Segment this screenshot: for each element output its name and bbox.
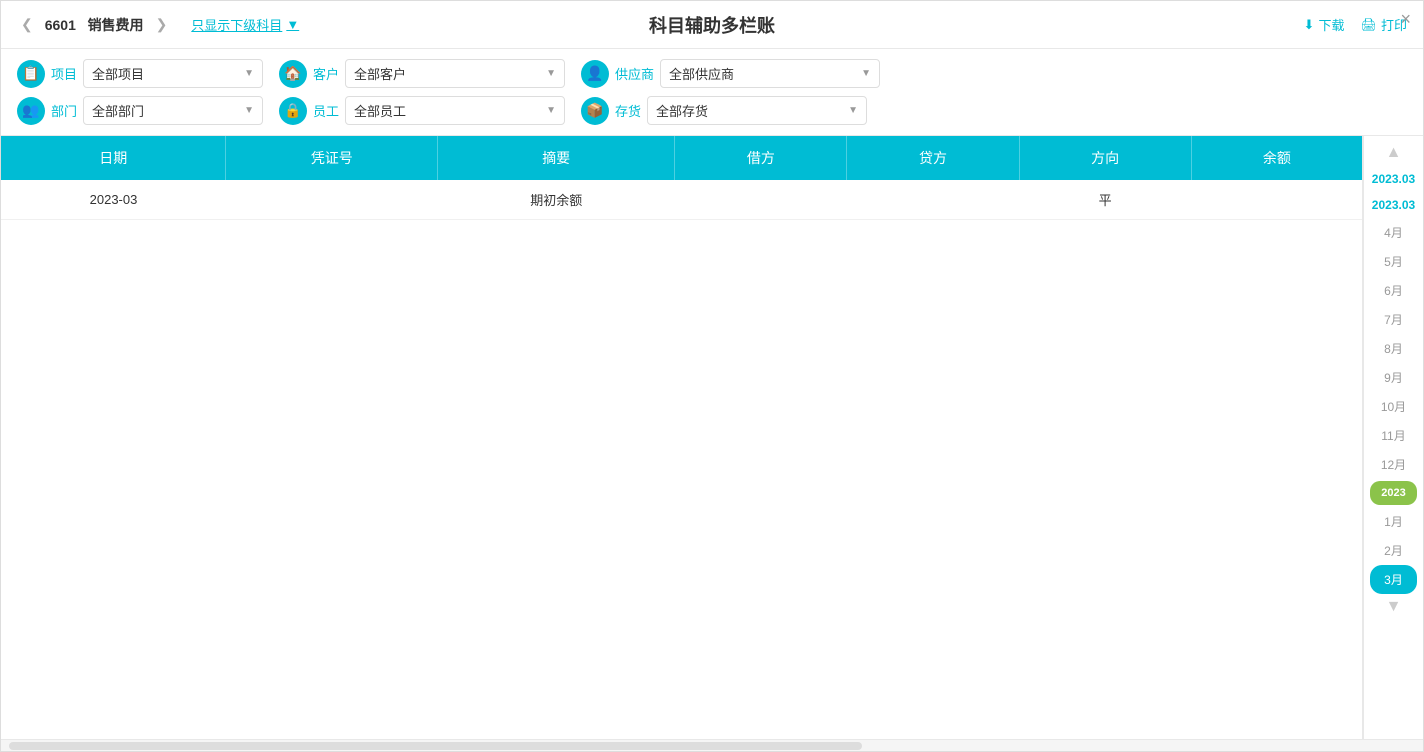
department-icon: 👥 bbox=[17, 97, 45, 125]
timeline-item-4[interactable]: 4月 bbox=[1364, 218, 1423, 247]
close-button[interactable]: × bbox=[1400, 9, 1411, 30]
bottom-scrollbar-bar[interactable] bbox=[1, 739, 1423, 751]
department-filter-item: 👥 部门 全部部门 ▼ bbox=[17, 96, 263, 125]
cell-voucher bbox=[226, 180, 438, 220]
bottom-scrollbar-thumb bbox=[9, 742, 862, 750]
supplier-select[interactable]: 全部供应商 ▼ bbox=[660, 59, 880, 88]
filter-row-2: 👥 部门 全部部门 ▼ 🔒 员工 全部员工 ▼ 📦 存货 bbox=[17, 96, 1407, 125]
title-bar: ❮ 6601 销售费用 ❯ 只显示下级科目 ▼ 科目辅助多栏账 ⬇ 下载 🖨 打… bbox=[1, 1, 1423, 49]
timeline-item-2[interactable]: 2月 bbox=[1364, 536, 1423, 565]
title-right: ⬇ 下载 🖨 打印 × bbox=[1304, 15, 1407, 34]
col-date: 日期 bbox=[1, 136, 226, 180]
col-balance: 余额 bbox=[1191, 136, 1362, 180]
ledger-table: 日期 凭证号 摘要 借方 贷方 方向 余额 2023-03 期初余额 平 bbox=[1, 136, 1362, 220]
timeline-item-8[interactable]: 8月 bbox=[1364, 334, 1423, 363]
show-sub-button[interactable]: 只显示下级科目 ▼ bbox=[191, 15, 299, 34]
cell-credit bbox=[847, 180, 1019, 220]
timeline-item-11[interactable]: 11月 bbox=[1364, 421, 1423, 450]
table-container[interactable]: 日期 凭证号 摘要 借方 贷方 方向 余额 2023-03 期初余额 平 bbox=[1, 136, 1363, 739]
project-select-value: 全部项目 bbox=[92, 64, 144, 83]
timeline-sidebar[interactable]: ▲ 2023.03 2023.03 4月 5月 6月 7月 8月 9月 10月 … bbox=[1363, 136, 1423, 739]
timeline-item-2023-03-2[interactable]: 2023.03 bbox=[1364, 192, 1423, 218]
timeline-item-1[interactable]: 1月 bbox=[1364, 507, 1423, 536]
main-window: ❮ 6601 销售费用 ❯ 只显示下级科目 ▼ 科目辅助多栏账 ⬇ 下载 🖨 打… bbox=[0, 0, 1424, 752]
customer-label: 客户 bbox=[313, 64, 339, 83]
inventory-select[interactable]: 全部存货 ▼ bbox=[647, 96, 867, 125]
employee-select[interactable]: 全部员工 ▼ bbox=[345, 96, 565, 125]
timeline-down-arrow[interactable]: ▼ bbox=[1364, 594, 1423, 620]
employee-select-arrow-icon: ▼ bbox=[546, 105, 556, 116]
cell-balance bbox=[1191, 180, 1362, 220]
customer-icon: 🏠 bbox=[279, 60, 307, 88]
show-sub-label: 只显示下级科目 bbox=[191, 15, 282, 34]
supplier-icon: 👤 bbox=[581, 60, 609, 88]
customer-select[interactable]: 全部客户 ▼ bbox=[345, 59, 565, 88]
employee-filter-item: 🔒 员工 全部员工 ▼ bbox=[279, 96, 565, 125]
timeline-item-7[interactable]: 7月 bbox=[1364, 305, 1423, 334]
download-button[interactable]: ⬇ 下载 bbox=[1304, 15, 1345, 34]
project-select-arrow-icon: ▼ bbox=[244, 68, 254, 79]
timeline-item-2023-03-1[interactable]: 2023.03 bbox=[1364, 166, 1423, 192]
department-label: 部门 bbox=[51, 101, 77, 120]
title-left: ❮ 6601 销售费用 ❯ 只显示下级科目 ▼ bbox=[17, 14, 299, 35]
page-title: 科目辅助多栏账 bbox=[649, 12, 775, 38]
inventory-filter-item: 📦 存货 全部存货 ▼ bbox=[581, 96, 867, 125]
prev-arrow[interactable]: ❮ bbox=[17, 14, 37, 35]
employee-icon: 🔒 bbox=[279, 97, 307, 125]
timeline-item-9[interactable]: 9月 bbox=[1364, 363, 1423, 392]
supplier-select-value: 全部供应商 bbox=[669, 64, 734, 83]
cell-debit bbox=[675, 180, 847, 220]
project-icon: 📋 bbox=[17, 60, 45, 88]
account-code: 6601 销售费用 bbox=[45, 15, 144, 35]
col-debit: 借方 bbox=[675, 136, 847, 180]
show-sub-arrow-icon: ▼ bbox=[286, 17, 299, 32]
cell-direction: 平 bbox=[1019, 180, 1191, 220]
timeline-year-2023[interactable]: 2023 bbox=[1370, 481, 1417, 505]
customer-select-arrow-icon: ▼ bbox=[546, 68, 556, 79]
timeline-item-6[interactable]: 6月 bbox=[1364, 276, 1423, 305]
inventory-icon: 📦 bbox=[581, 97, 609, 125]
inventory-select-value: 全部存货 bbox=[656, 101, 708, 120]
employee-select-value: 全部员工 bbox=[354, 101, 406, 120]
filter-area: 📋 项目 全部项目 ▼ 🏠 客户 全部客户 ▼ 👤 供应商 bbox=[1, 49, 1423, 136]
next-arrow[interactable]: ❯ bbox=[152, 14, 172, 35]
main-area: 日期 凭证号 摘要 借方 贷方 方向 余额 2023-03 期初余额 平 ▲ 202… bbox=[1, 136, 1423, 739]
inventory-select-arrow-icon: ▼ bbox=[848, 105, 858, 116]
col-credit: 贷方 bbox=[847, 136, 1019, 180]
project-select[interactable]: 全部项目 ▼ bbox=[83, 59, 263, 88]
department-select[interactable]: 全部部门 ▼ bbox=[83, 96, 263, 125]
project-filter-item: 📋 项目 全部项目 ▼ bbox=[17, 59, 263, 88]
cell-summary: 期初余额 bbox=[438, 180, 675, 220]
employee-label: 员工 bbox=[313, 101, 339, 120]
supplier-filter-item: 👤 供应商 全部供应商 ▼ bbox=[581, 59, 880, 88]
timeline-item-12[interactable]: 12月 bbox=[1364, 450, 1423, 479]
department-select-arrow-icon: ▼ bbox=[244, 105, 254, 116]
account-name: 销售费用 bbox=[88, 17, 144, 33]
timeline-item-3-active[interactable]: 3月 bbox=[1370, 565, 1417, 594]
print-icon: 🖨 bbox=[1360, 17, 1377, 33]
timeline-item-5[interactable]: 5月 bbox=[1364, 247, 1423, 276]
customer-filter-item: 🏠 客户 全部客户 ▼ bbox=[279, 59, 565, 88]
table-row: 2023-03 期初余额 平 bbox=[1, 180, 1362, 220]
supplier-select-arrow-icon: ▼ bbox=[861, 68, 871, 79]
filter-row-1: 📋 项目 全部项目 ▼ 🏠 客户 全部客户 ▼ 👤 供应商 bbox=[17, 59, 1407, 88]
project-label: 项目 bbox=[51, 64, 77, 83]
timeline-item-10[interactable]: 10月 bbox=[1364, 392, 1423, 421]
timeline-up-arrow[interactable]: ▲ bbox=[1364, 140, 1423, 166]
department-select-value: 全部部门 bbox=[92, 101, 144, 120]
col-direction: 方向 bbox=[1019, 136, 1191, 180]
download-label: 下载 bbox=[1318, 15, 1344, 34]
customer-select-value: 全部客户 bbox=[354, 64, 406, 83]
inventory-label: 存货 bbox=[615, 101, 641, 120]
cell-date: 2023-03 bbox=[1, 180, 226, 220]
col-voucher: 凭证号 bbox=[226, 136, 438, 180]
col-summary: 摘要 bbox=[438, 136, 675, 180]
table-header-row: 日期 凭证号 摘要 借方 贷方 方向 余额 bbox=[1, 136, 1362, 180]
account-code-number: 6601 bbox=[45, 17, 76, 33]
download-icon: ⬇ bbox=[1304, 17, 1315, 33]
supplier-label: 供应商 bbox=[615, 64, 654, 83]
